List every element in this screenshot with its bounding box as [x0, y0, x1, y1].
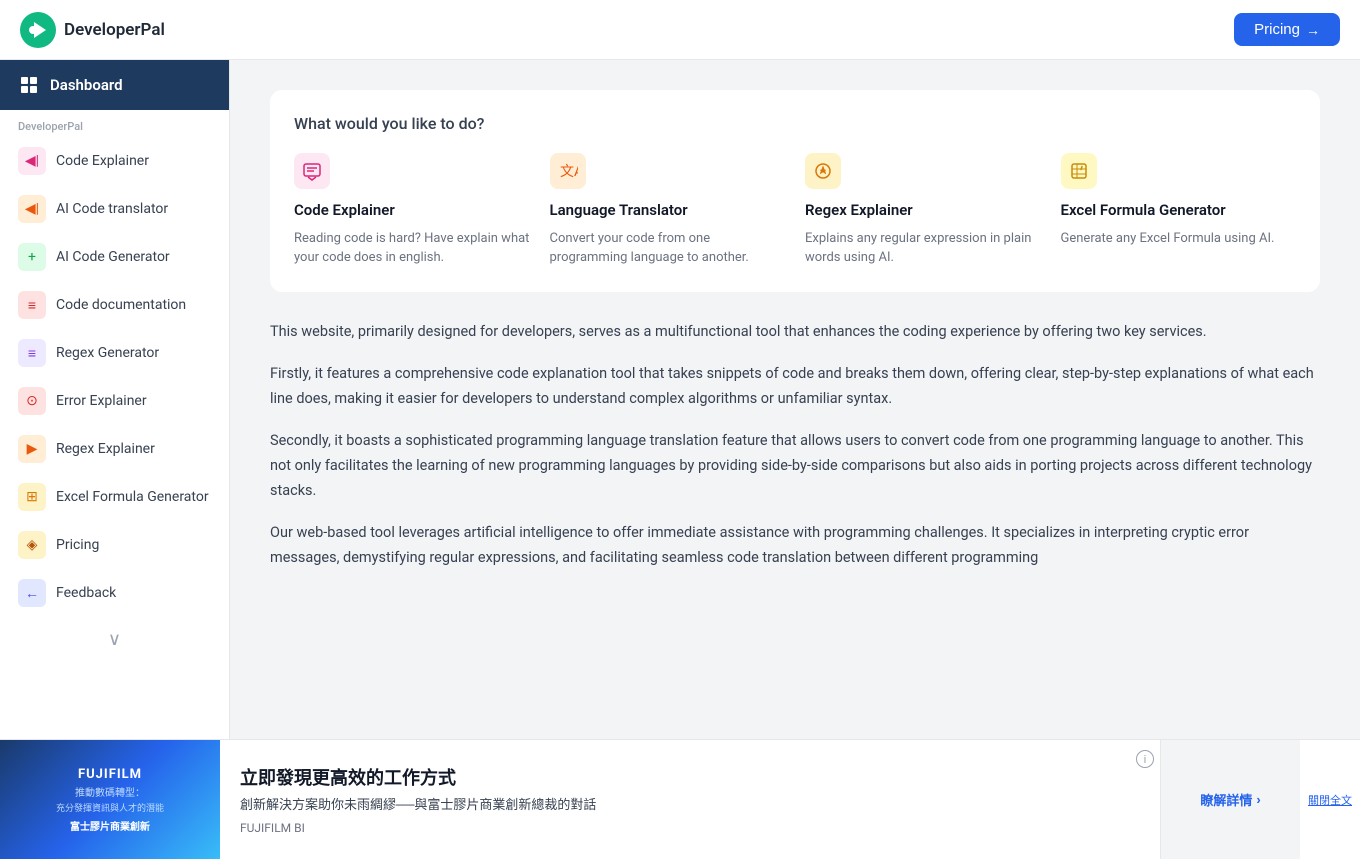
fuji-logo: FUJIFILM: [78, 767, 142, 782]
ad-cta: 瞭解詳情 ›: [1160, 740, 1300, 859]
ad-banner: FUJIFILM 推動數碼轉型： 充分發揮資訊與人才的潛能 富士膠片商業創新 立…: [0, 739, 1360, 859]
sidebar-item-label: Excel Formula Generator: [56, 489, 211, 505]
ad-close-button[interactable]: 關閉全文: [1308, 792, 1352, 808]
code-explainer-feature-icon: [294, 153, 330, 189]
ad-image-text2: 充分發揮資訊與人才的潛能: [56, 801, 164, 814]
ai-code-translator-icon: ◀|: [18, 195, 46, 223]
excel-formula-feature-icon: [1061, 153, 1097, 189]
sidebar-item-label: Error Explainer: [56, 393, 211, 409]
sidebar-item-excel-formula-generator[interactable]: ⊞ Excel Formula Generator: [0, 473, 229, 521]
regex-generator-icon: ≡: [18, 339, 46, 367]
feature-item-title: Regex Explainer: [805, 201, 1041, 221]
error-explainer-icon: ⊙: [18, 387, 46, 415]
regex-explainer-feature-icon: [805, 153, 841, 189]
ad-info-icon[interactable]: i: [1136, 750, 1154, 768]
feature-item-desc: Explains any regular expression in plain…: [805, 229, 1041, 268]
language-translator-feature-icon: 文A: [550, 153, 586, 189]
svg-text:文A: 文A: [560, 164, 578, 180]
logo-text: DeveloperPal: [64, 20, 165, 40]
sidebar-item-pricing[interactable]: ◈ Pricing: [0, 521, 229, 569]
excel-formula-generator-icon: ⊞: [18, 483, 46, 511]
ad-content-title: 立即發現更高效的工作方式: [240, 764, 1110, 790]
sidebar-item-ai-code-generator[interactable]: + AI Code Generator: [0, 233, 229, 281]
header: DeveloperPal Pricing →: [0, 0, 1360, 60]
body-paragraph-1: This website, primarily designed for dev…: [270, 320, 1320, 345]
sidebar-item-error-explainer[interactable]: ⊙ Error Explainer: [0, 377, 229, 425]
regex-explainer-icon: ▶: [18, 435, 46, 463]
sidebar-item-code-documentation[interactable]: ≡ Code documentation: [0, 281, 229, 329]
sidebar-item-label: AI Code Generator: [56, 249, 211, 265]
ai-code-generator-icon: +: [18, 243, 46, 271]
sidebar-item-code-explainer[interactable]: ◀| Code Explainer: [0, 137, 229, 185]
feature-item-title: Code Explainer: [294, 201, 530, 221]
body-paragraph-4: Our web-based tool leverages artificial …: [270, 521, 1320, 570]
pricing-header-button[interactable]: Pricing →: [1234, 13, 1340, 46]
feature-item-title: Excel Formula Generator: [1061, 201, 1297, 221]
ad-info: i: [1130, 740, 1160, 859]
ad-content: 立即發現更高效的工作方式 創新解決方案助你未雨綢繆──與富士膠片商業創新總裁的對…: [220, 740, 1130, 859]
feature-item-desc: Reading code is hard? Have explain what …: [294, 229, 530, 268]
feature-item-excel-formula[interactable]: Excel Formula Generator Generate any Exc…: [1061, 153, 1297, 268]
logo-area: DeveloperPal: [20, 12, 165, 48]
sidebar-item-label: Code documentation: [56, 297, 211, 313]
feature-item-regex-explainer[interactable]: Regex Explainer Explains any regular exp…: [805, 153, 1041, 268]
feature-item-code-explainer[interactable]: Code Explainer Reading code is hard? Hav…: [294, 153, 530, 268]
sidebar-item-dashboard[interactable]: Dashboard: [0, 60, 229, 110]
sidebar-section-label: DeveloperPal: [0, 110, 229, 137]
code-explainer-icon: ◀|: [18, 147, 46, 175]
code-documentation-icon: ≡: [18, 291, 46, 319]
pricing-icon: ◈: [18, 531, 46, 559]
sidebar-item-ai-code-translator[interactable]: ◀| AI Code translator: [0, 185, 229, 233]
sidebar-item-regex-explainer[interactable]: ▶ Regex Explainer: [0, 425, 229, 473]
sidebar-item-regex-generator[interactable]: ≡ Regex Generator: [0, 329, 229, 377]
feature-card-title: What would you like to do?: [294, 114, 1296, 133]
dashboard-icon: [18, 74, 40, 96]
feature-item-title: Language Translator: [550, 201, 786, 221]
ad-image-brand: 富士膠片商業創新: [70, 818, 150, 833]
sidebar-item-label: Pricing: [56, 537, 211, 553]
ad-content-brand: FUJIFILM BI: [240, 821, 1110, 835]
sidebar-item-label: Feedback: [56, 585, 211, 601]
sidebar-item-label: Code Explainer: [56, 153, 211, 169]
feature-card: What would you like to do? Code Explaine…: [270, 90, 1320, 292]
ad-close-row: 關閉全文: [1300, 740, 1360, 859]
feedback-icon: ←: [18, 579, 46, 607]
ad-content-sub: 創新解決方案助你未雨綢繆──與富士膠片商業創新總裁的對話: [240, 794, 1110, 813]
body-paragraph-3: Secondly, it boasts a sophisticated prog…: [270, 429, 1320, 503]
ad-image: FUJIFILM 推動數碼轉型： 充分發揮資訊與人才的潛能 富士膠片商業創新: [0, 740, 220, 859]
features-grid: Code Explainer Reading code is hard? Hav…: [294, 153, 1296, 268]
sidebar-item-label: Regex Explainer: [56, 441, 211, 457]
feature-item-language-translator[interactable]: 文A Language Translator Convert your code…: [550, 153, 786, 268]
feature-item-desc: Convert your code from one programming l…: [550, 229, 786, 268]
sidebar-item-label: AI Code translator: [56, 201, 211, 217]
dashboard-label: Dashboard: [50, 76, 123, 94]
sidebar-chevron[interactable]: ∨: [0, 621, 229, 658]
ad-image-text1: 推動數碼轉型：: [75, 784, 145, 799]
sidebar-item-label: Regex Generator: [56, 345, 211, 361]
feature-item-desc: Generate any Excel Formula using AI.: [1061, 229, 1297, 249]
body-paragraph-2: Firstly, it features a comprehensive cod…: [270, 362, 1320, 411]
logo-icon: [20, 12, 56, 48]
sidebar-item-feedback[interactable]: ← Feedback: [0, 569, 229, 617]
ad-cta-button[interactable]: 瞭解詳情 ›: [1200, 790, 1260, 809]
